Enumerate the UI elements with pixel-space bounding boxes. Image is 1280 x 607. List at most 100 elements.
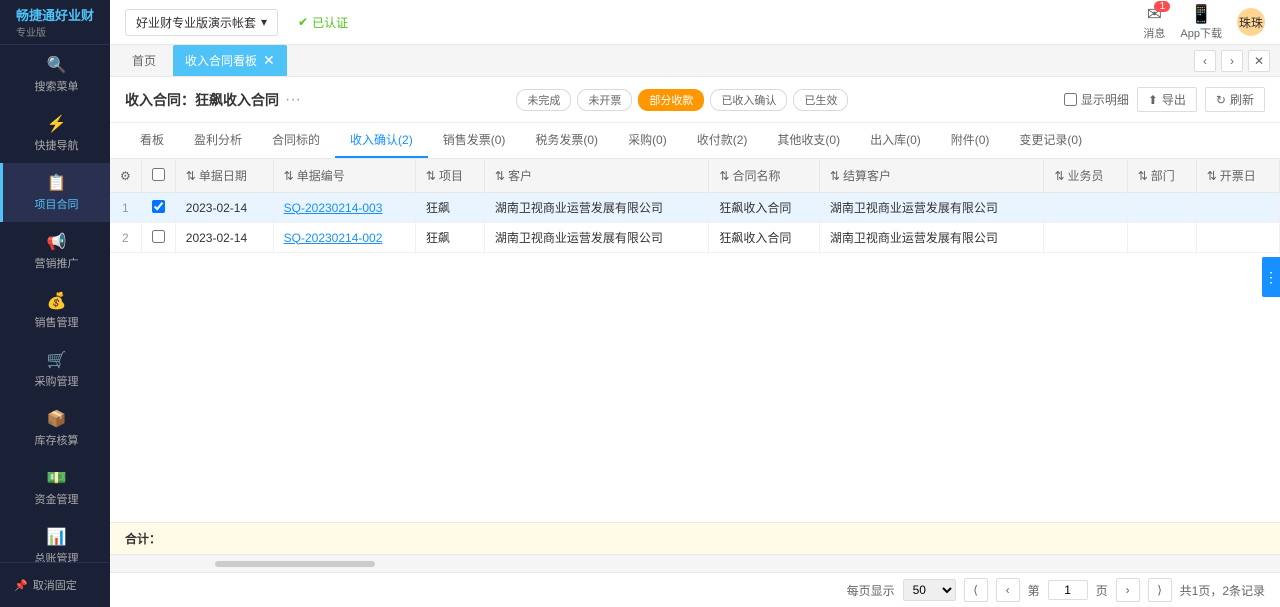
nav-label: 资金管理 xyxy=(35,491,79,507)
tab-prev-button[interactable]: ‹ xyxy=(1194,50,1216,72)
row-checkbox-cell[interactable] xyxy=(141,223,175,253)
status-tag-未开票[interactable]: 未开票 xyxy=(577,89,632,111)
row-department xyxy=(1127,223,1196,253)
export-button[interactable]: ⬆ 导出 xyxy=(1137,87,1197,112)
sidebar-item-快捷导航[interactable]: ⚡快捷导航 xyxy=(0,104,110,163)
number-column-header: ⇅单据编号 xyxy=(273,159,415,193)
inner-tab-合同标的[interactable]: 合同标的 xyxy=(257,123,335,158)
status-tag-部分收款[interactable]: 部分收款 xyxy=(638,89,704,111)
cert-status: ✔ 已认证 xyxy=(298,14,348,31)
data-table: ⚙ ⇅单据日期 ⇅单据编号 ⇅项目 ⇅客户 ⇅合同名称 ⇅结算客户 ⇅业务员 ⇅… xyxy=(110,159,1280,253)
nav-icon: 💰 xyxy=(47,291,67,311)
row-num: 2 xyxy=(110,223,141,253)
inner-tab-其他收支0[interactable]: 其他收支(0) xyxy=(762,123,855,158)
first-page-button[interactable]: ⟨ xyxy=(964,578,988,602)
inner-tab-采购0[interactable]: 采购(0) xyxy=(613,123,682,158)
tab-close-icon[interactable]: ✕ xyxy=(263,52,275,69)
sidebar-item-总账管理[interactable]: 📊 总账管理 xyxy=(0,517,110,562)
row-number[interactable]: SQ-20230214-002 xyxy=(273,223,415,253)
inner-tab-收付款2[interactable]: 收付款(2) xyxy=(682,123,763,158)
nav-label: 营销推广 xyxy=(35,255,79,271)
tab-next-button[interactable]: › xyxy=(1221,50,1243,72)
customer-column-header: ⇅客户 xyxy=(484,159,709,193)
title-prefix: 收入合同： xyxy=(125,92,195,108)
row-customer: 湖南卫视商业运营发展有限公司 xyxy=(484,223,709,253)
select-all-checkbox[interactable] xyxy=(152,168,165,181)
row-project: 狂飙 xyxy=(415,223,484,253)
sidebar-nav: 🔍搜索菜单⚡快捷导航📋项目合同📢营销推广💰销售管理🛒采购管理📦库存核算 💵 资金管理… xyxy=(0,45,110,562)
salesperson-column-header: ⇅业务员 xyxy=(1044,159,1127,193)
user-avatar[interactable]: 珠珠 xyxy=(1237,8,1265,36)
row-number[interactable]: SQ-20230214-003 xyxy=(273,193,415,223)
nav-icon: 💵 xyxy=(47,468,67,488)
company-selector[interactable]: 好业财专业版演示帐套 ▾ xyxy=(125,9,278,36)
prev-page-button[interactable]: ‹ xyxy=(996,578,1020,602)
row-checkbox[interactable] xyxy=(152,200,165,213)
table-row[interactable]: 2 2023-02-14 SQ-20230214-002 狂飙 湖南卫视商业运营… xyxy=(110,223,1280,253)
refresh-button[interactable]: ↻ 刷新 xyxy=(1205,87,1265,112)
scroll-area[interactable] xyxy=(110,554,1280,572)
checkbox-column-header[interactable] xyxy=(141,159,175,193)
inner-tab-盈利分析[interactable]: 盈利分析 xyxy=(179,123,257,158)
right-sidebar-icon: ⋮ xyxy=(1264,269,1278,286)
main-content: 好业财专业版演示帐套 ▾ ✔ 已认证 ✉ 1 消息 📱 App下载 珠珠 首页 xyxy=(110,0,1280,607)
status-tag-未完成[interactable]: 未完成 xyxy=(516,89,571,111)
sidebar-item-销售管理[interactable]: 💰销售管理 xyxy=(0,281,110,340)
sidebar-item-营销推广[interactable]: 📢营销推广 xyxy=(0,222,110,281)
sidebar-item-库存核算[interactable]: 📦库存核算 xyxy=(0,399,110,458)
row-checkbox[interactable] xyxy=(152,230,165,243)
inner-tab-销售发票0[interactable]: 销售发票(0) xyxy=(428,123,521,158)
nav-label: 库存核算 xyxy=(35,432,79,448)
inner-tabs: 看板盈利分析合同标的收入确认(2)销售发票(0)税务发票(0)采购(0)收付款(… xyxy=(110,123,1280,159)
sidebar-bottom: 📌 取消固定 xyxy=(0,562,110,607)
inner-tab-看板[interactable]: 看板 xyxy=(125,123,179,158)
inner-tab-税务发票0[interactable]: 税务发票(0) xyxy=(520,123,613,158)
inner-tab-变更记录0[interactable]: 变更记录(0) xyxy=(1004,123,1097,158)
home-tab[interactable]: 首页 xyxy=(120,45,168,76)
scrollbar[interactable] xyxy=(215,561,375,567)
sidebar-item-采购管理[interactable]: 🛒采购管理 xyxy=(0,340,110,399)
sidebar-item-项目合同[interactable]: 📋项目合同 xyxy=(0,163,110,222)
sidebar-bottom-item[interactable]: 📌 取消固定 xyxy=(8,571,102,599)
sidebar-item-资金管理[interactable]: 💵 资金管理 xyxy=(0,458,110,517)
logo-name: 畅捷通好业财 xyxy=(16,5,94,24)
table-row[interactable]: 1 2023-02-14 SQ-20230214-003 狂飙 湖南卫视商业运营… xyxy=(110,193,1280,223)
app-download-button[interactable]: 📱 App下载 xyxy=(1180,4,1222,41)
row-project: 狂飙 xyxy=(415,193,484,223)
settings-column-header[interactable]: ⚙ xyxy=(110,159,141,193)
table-area[interactable]: ⚙ ⇅单据日期 ⇅单据编号 ⇅项目 ⇅客户 ⇅合同名称 ⇅结算客户 ⇅业务员 ⇅… xyxy=(110,159,1280,522)
sidebar-item-搜索菜单[interactable]: 🔍搜索菜单 xyxy=(0,45,110,104)
row-salesperson xyxy=(1044,193,1127,223)
active-tab[interactable]: 收入合同看板 ✕ xyxy=(173,45,287,76)
company-name: 好业财专业版演示帐套 xyxy=(136,14,256,31)
more-icon[interactable]: ··· xyxy=(285,91,301,109)
message-badge: 1 xyxy=(1154,1,1170,12)
row-number-link[interactable]: SQ-20230214-002 xyxy=(284,231,383,245)
inner-tab-附件0[interactable]: 附件(0) xyxy=(936,123,1005,158)
download-icon: 📱 xyxy=(1190,4,1212,25)
department-column-header: ⇅部门 xyxy=(1127,159,1196,193)
user-name: 珠珠 xyxy=(1239,14,1263,31)
show-detail-label[interactable]: 显示明细 xyxy=(1064,91,1129,108)
row-checkbox-cell[interactable] xyxy=(141,193,175,223)
inner-tab-出入库0[interactable]: 出入库(0) xyxy=(855,123,936,158)
nav-icon: 📊 xyxy=(47,527,67,547)
status-tag-已生效[interactable]: 已生效 xyxy=(793,89,848,111)
row-number-link[interactable]: SQ-20230214-003 xyxy=(284,201,383,215)
status-tag-已收入确认[interactable]: 已收入确认 xyxy=(710,89,787,111)
row-customer: 湖南卫视商业运营发展有限公司 xyxy=(484,193,709,223)
nav-label: 总账管理 xyxy=(35,550,79,562)
last-page-button[interactable]: ⟩ xyxy=(1148,578,1172,602)
nav-icon: 🛒 xyxy=(47,350,67,370)
tabbar: 首页 收入合同看板 ✕ ‹ › ✕ xyxy=(110,45,1280,77)
content-area: 收入合同：狂飙收入合同 ··· 未完成未开票部分收款已收入确认已生效 显示明细 … xyxy=(110,77,1280,607)
page-number-input[interactable] xyxy=(1048,580,1088,600)
tab-close-button[interactable]: ✕ xyxy=(1248,50,1270,72)
export-icon: ⬆ xyxy=(1148,93,1158,107)
per-page-select[interactable]: 50 20 100 xyxy=(903,579,956,601)
right-sidebar-button[interactable]: ⋮ xyxy=(1262,257,1280,297)
message-button[interactable]: ✉ 1 消息 xyxy=(1143,4,1165,41)
next-page-button[interactable]: › xyxy=(1116,578,1140,602)
show-detail-checkbox[interactable] xyxy=(1064,93,1077,106)
inner-tab-收入确认2[interactable]: 收入确认(2) xyxy=(335,123,428,158)
